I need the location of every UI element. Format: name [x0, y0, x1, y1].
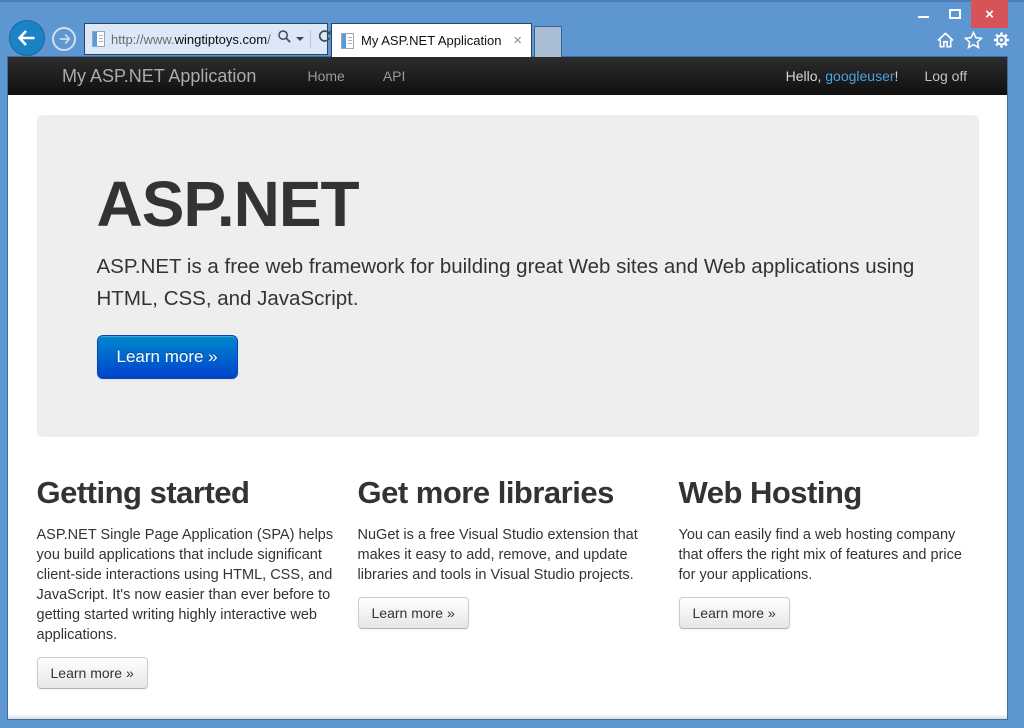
- maximize-button[interactable]: [939, 0, 971, 26]
- divider: [310, 30, 311, 48]
- column-getting-started: Getting started ASP.NET Single Page Appl…: [37, 437, 337, 689]
- greeting-suffix: !: [895, 68, 899, 84]
- url-prefix: http://www.: [111, 32, 175, 47]
- favorites-star-icon[interactable]: [964, 31, 983, 49]
- libraries-learn-more-button[interactable]: Learn more »: [358, 597, 469, 629]
- url-domain: wingtiptoys.com: [175, 32, 267, 47]
- column-heading: Get more libraries: [358, 475, 658, 511]
- refresh-icon[interactable]: [317, 29, 332, 49]
- settings-gear-icon[interactable]: [992, 31, 1011, 49]
- minimize-icon: [918, 16, 929, 18]
- maximize-icon: [949, 9, 961, 19]
- page-viewport: My ASP.NET Application Home API Hello, g…: [8, 57, 1007, 719]
- tab-close-icon[interactable]: ×: [513, 33, 522, 48]
- navbar-account-area: Hello, googleuser! Log off: [786, 68, 967, 84]
- log-off-link[interactable]: Log off: [924, 68, 967, 84]
- url-suffix: /: [267, 32, 271, 47]
- browser-window: ×: [0, 0, 1024, 728]
- jumbotron-lead: ASP.NET is a free web framework for buil…: [97, 251, 919, 315]
- home-icon[interactable]: [936, 31, 955, 49]
- column-heading: Getting started: [37, 475, 337, 511]
- forward-button[interactable]: [52, 27, 76, 51]
- column-body: You can easily find a web hosting compan…: [679, 525, 979, 585]
- search-icon[interactable]: [277, 29, 292, 49]
- page-content: ASP.NET ASP.NET is a free web framework …: [37, 115, 979, 689]
- browser-toolbar-icons: [936, 31, 1011, 49]
- close-window-button[interactable]: ×: [971, 0, 1008, 28]
- navbar-links: Home API: [288, 68, 424, 84]
- jumbotron-title: ASP.NET: [97, 167, 919, 241]
- minimize-button[interactable]: [907, 0, 939, 26]
- window-controls: ×: [907, 0, 1008, 28]
- jumbotron-learn-more-button[interactable]: Learn more »: [97, 335, 238, 379]
- user-greeting: Hello, googleuser!: [786, 68, 899, 84]
- column-web-hosting: Web Hosting You can easily find a web ho…: [679, 437, 979, 689]
- jumbotron: ASP.NET ASP.NET is a free web framework …: [37, 115, 979, 437]
- close-icon: ×: [985, 6, 994, 23]
- forward-arrow-icon: [58, 33, 71, 45]
- feature-columns: Getting started ASP.NET Single Page Appl…: [37, 437, 979, 689]
- back-button[interactable]: [9, 20, 45, 56]
- nav-link-home[interactable]: Home: [288, 68, 363, 84]
- tab-favicon-icon: [341, 33, 354, 49]
- address-bar[interactable]: http://www.wingtiptoys.com/: [84, 23, 328, 55]
- url-text[interactable]: http://www.wingtiptoys.com/: [111, 32, 271, 47]
- browser-tab[interactable]: My ASP.NET Application ×: [331, 23, 532, 57]
- navbar-brand[interactable]: My ASP.NET Application: [62, 66, 256, 87]
- column-get-more-libraries: Get more libraries NuGet is a free Visua…: [358, 437, 658, 689]
- column-heading: Web Hosting: [679, 475, 979, 511]
- search-dropdown-caret-icon[interactable]: [296, 37, 304, 45]
- new-tab-button[interactable]: [534, 26, 562, 57]
- column-body: ASP.NET Single Page Application (SPA) he…: [37, 525, 337, 645]
- page-icon: [92, 31, 105, 47]
- nav-link-api[interactable]: API: [364, 68, 425, 84]
- site-navbar: My ASP.NET Application Home API Hello, g…: [8, 57, 1007, 95]
- column-body: NuGet is a free Visual Studio extension …: [358, 525, 658, 585]
- back-arrow-icon: [17, 29, 37, 47]
- getting-started-learn-more-button[interactable]: Learn more »: [37, 657, 148, 689]
- greeting-prefix: Hello,: [786, 68, 826, 84]
- username-link[interactable]: googleuser: [825, 68, 894, 84]
- hosting-learn-more-button[interactable]: Learn more »: [679, 597, 790, 629]
- tab-title: My ASP.NET Application: [361, 33, 506, 48]
